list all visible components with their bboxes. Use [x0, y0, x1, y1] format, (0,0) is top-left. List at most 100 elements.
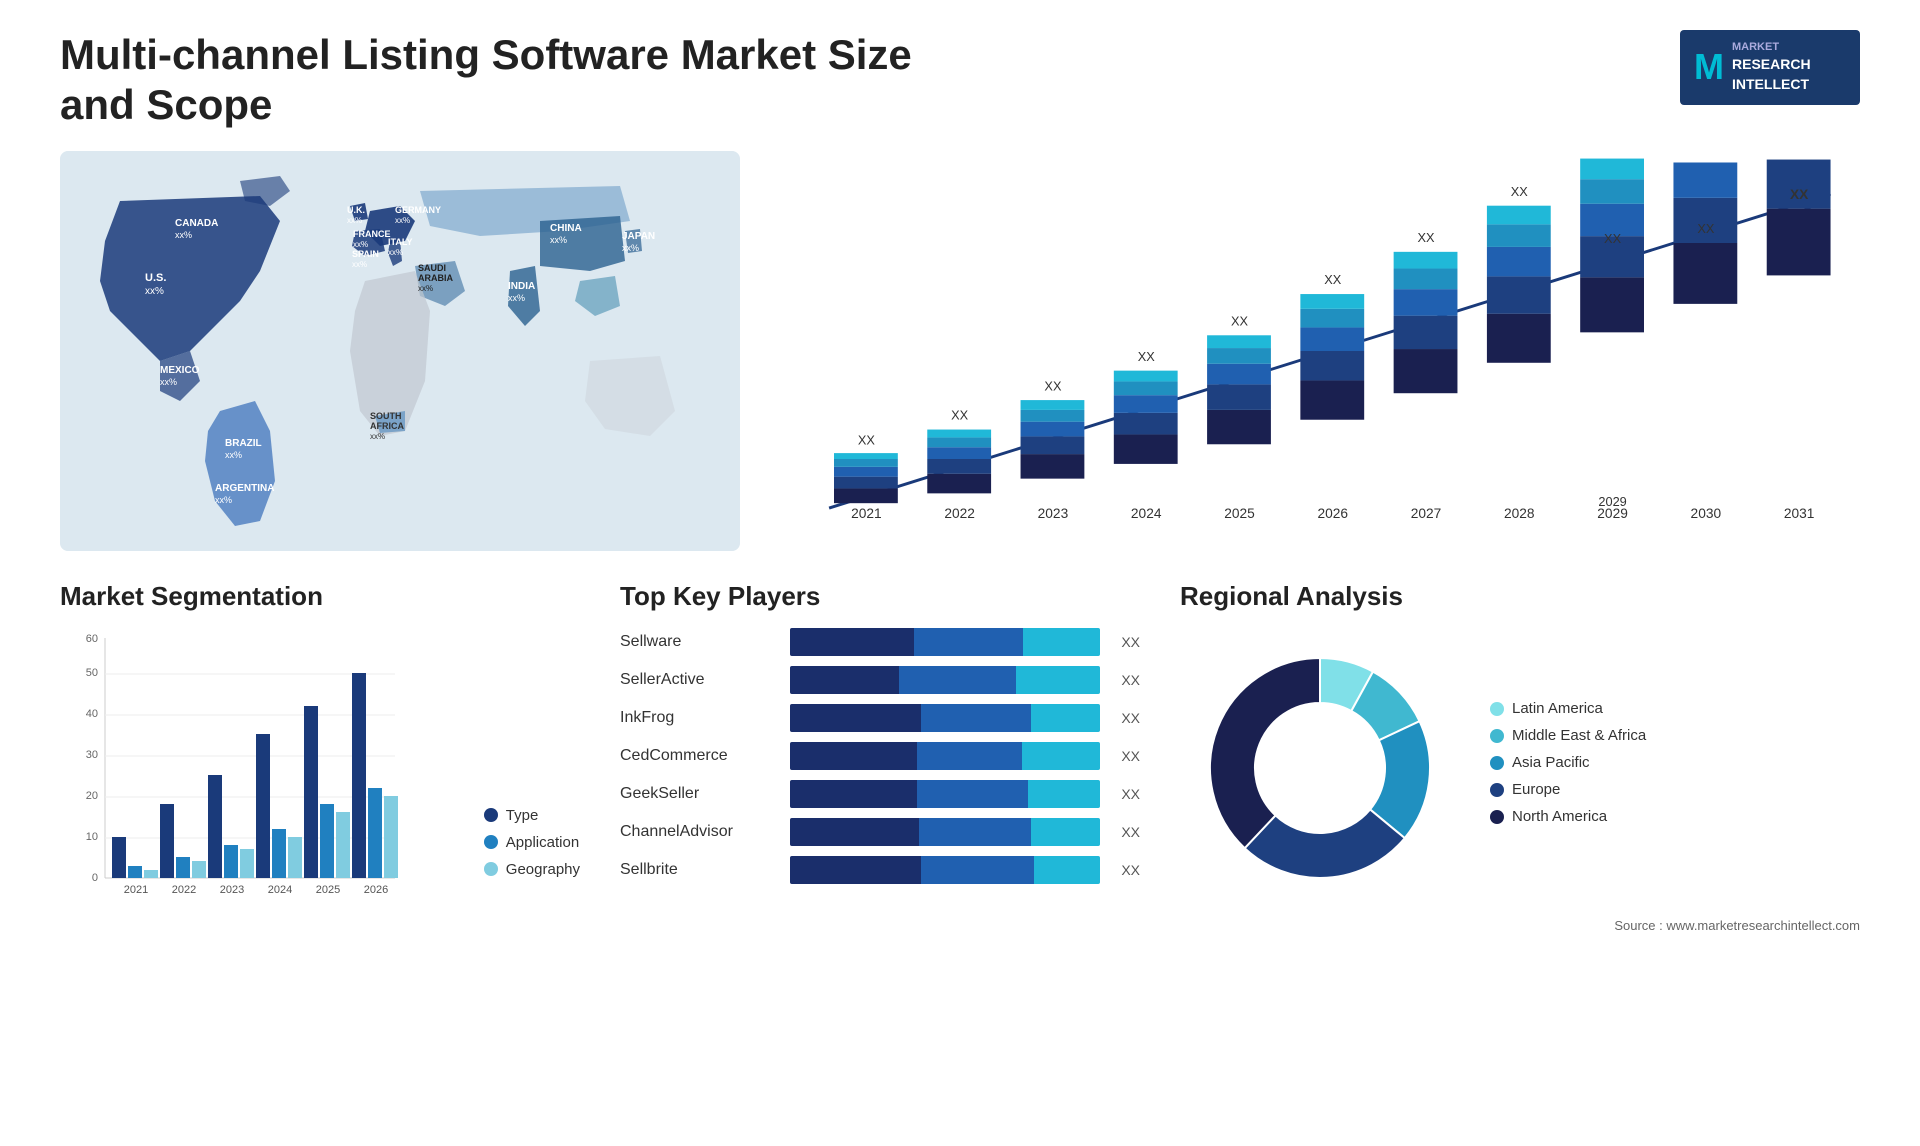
- segmentation-title: Market Segmentation: [60, 581, 580, 612]
- player-bar: [790, 628, 1100, 656]
- svg-text:50: 50: [86, 667, 98, 679]
- bar-seg-1: [790, 780, 917, 808]
- regional-legend-dot: [1490, 729, 1504, 743]
- source-text: Source : www.marketresearchintellect.com: [1180, 918, 1860, 933]
- svg-text:ARABIA: ARABIA: [418, 273, 453, 283]
- svg-text:xx%: xx%: [388, 248, 403, 257]
- regional-section: Regional Analysis Latin AmericaMiddle Ea…: [1180, 581, 1860, 933]
- bar-seg-1: [790, 818, 919, 846]
- svg-text:xx%: xx%: [215, 495, 232, 505]
- player-xx: XX: [1110, 710, 1140, 726]
- svg-text:AFRICA: AFRICA: [370, 421, 404, 431]
- player-xx: XX: [1110, 786, 1140, 802]
- regional-legend-label: Asia Pacific: [1512, 754, 1590, 771]
- svg-text:2029: 2029: [1597, 506, 1628, 521]
- svg-text:xx%: xx%: [550, 235, 567, 245]
- regional-legend-item: Asia Pacific: [1490, 754, 1646, 771]
- player-row: InkFrog XX: [620, 704, 1140, 732]
- svg-text:xx%: xx%: [352, 260, 367, 269]
- regional-legend-dot: [1490, 810, 1504, 824]
- donut-wrap: Latin AmericaMiddle East & AfricaAsia Pa…: [1180, 628, 1860, 908]
- player-name: InkFrog: [620, 709, 780, 727]
- svg-text:2023: 2023: [220, 884, 244, 896]
- svg-text:U.S.: U.S.: [145, 272, 166, 284]
- player-row: SellerActive XX: [620, 666, 1140, 694]
- svg-text:SOUTH: SOUTH: [370, 411, 402, 421]
- growth-chart: XX XX XX: [780, 151, 1860, 551]
- svg-text:xx%: xx%: [395, 216, 410, 225]
- svg-text:2030: 2030: [1691, 506, 1722, 521]
- bar-seg-2: [914, 628, 1023, 656]
- svg-text:2022: 2022: [944, 506, 975, 521]
- logo: M MARKET RESEARCH INTELLECT: [1680, 30, 1860, 105]
- player-xx: XX: [1110, 862, 1140, 878]
- svg-text:xx%: xx%: [353, 240, 368, 249]
- page: Multi-channel Listing Software Market Si…: [0, 0, 1920, 1146]
- svg-text:2021: 2021: [851, 506, 882, 521]
- svg-text:0: 0: [92, 872, 98, 884]
- svg-text:xx%: xx%: [347, 216, 362, 225]
- svg-text:XX: XX: [1511, 184, 1529, 199]
- bar-seg-2: [917, 780, 1028, 808]
- svg-text:30: 30: [86, 749, 98, 761]
- player-bar: [790, 666, 1100, 694]
- bar-seg-3: [1022, 742, 1100, 770]
- bar-seg-1: [790, 666, 899, 694]
- svg-text:XX: XX: [1324, 272, 1342, 287]
- map-section: U.S. xx% CANADA xx% MEXICO xx% BRAZIL xx…: [60, 151, 740, 551]
- player-name: SellerActive: [620, 671, 780, 689]
- svg-text:FRANCE: FRANCE: [353, 229, 391, 239]
- player-xx: XX: [1110, 672, 1140, 688]
- svg-text:XX: XX: [1231, 313, 1249, 328]
- regional-legend-item: North America: [1490, 808, 1646, 825]
- svg-text:ARGENTINA: ARGENTINA: [215, 483, 274, 494]
- svg-text:xx%: xx%: [160, 377, 177, 387]
- players-list: Sellware XX SellerActive XX InkFrog: [620, 628, 1140, 884]
- svg-text:CHINA: CHINA: [550, 223, 582, 234]
- svg-text:xx%: xx%: [508, 293, 525, 303]
- svg-text:2022: 2022: [172, 884, 196, 896]
- svg-text:MEXICO: MEXICO: [160, 365, 200, 376]
- svg-text:XX: XX: [951, 408, 969, 423]
- bar-seg-3: [1023, 628, 1101, 656]
- bar-seg-2: [919, 818, 1031, 846]
- player-xx: XX: [1110, 634, 1140, 650]
- svg-text:xx%: xx%: [418, 284, 433, 293]
- seg-chart: 0 10 20 30 40 50 60: [60, 628, 464, 928]
- svg-text:2024: 2024: [1131, 506, 1162, 521]
- svg-text:xx%: xx%: [622, 243, 639, 253]
- player-row: ChannelAdvisor XX: [620, 818, 1140, 846]
- svg-text:GERMANY: GERMANY: [395, 205, 441, 215]
- svg-text:2021: 2021: [124, 884, 148, 896]
- regional-title: Regional Analysis: [1180, 581, 1860, 612]
- bar-seg-2: [921, 704, 1031, 732]
- svg-text:JAPAN: JAPAN: [622, 231, 655, 242]
- svg-text:xx%: xx%: [175, 230, 192, 240]
- svg-text:xx%: xx%: [225, 450, 242, 460]
- svg-text:U.K.: U.K.: [347, 205, 365, 215]
- regional-legend-dot: [1490, 783, 1504, 797]
- bar-seg-3: [1016, 666, 1100, 694]
- player-name: CedCommerce: [620, 747, 780, 765]
- svg-text:XX: XX: [1044, 378, 1062, 393]
- svg-text:XX: XX: [1790, 187, 1809, 202]
- player-bar: [790, 818, 1100, 846]
- top-row: U.S. xx% CANADA xx% MEXICO xx% BRAZIL xx…: [60, 151, 1860, 551]
- svg-text:xx%: xx%: [370, 432, 385, 441]
- svg-text:INDIA: INDIA: [508, 281, 535, 292]
- svg-text:BRAZIL: BRAZIL: [225, 438, 262, 449]
- legend-label-application: Application: [506, 834, 579, 851]
- svg-text:2024: 2024: [268, 884, 292, 896]
- svg-text:SPAIN: SPAIN: [352, 249, 379, 259]
- svg-text:XX: XX: [1418, 230, 1436, 245]
- svg-text:2026: 2026: [364, 884, 388, 896]
- player-row: Sellbrite XX: [620, 856, 1140, 884]
- bar-seg-1: [790, 628, 914, 656]
- svg-text:2025: 2025: [1224, 506, 1255, 521]
- growth-chart-section: XX XX XX: [780, 151, 1860, 551]
- donut-chart: [1180, 628, 1460, 908]
- svg-text:XX: XX: [1697, 221, 1715, 236]
- regional-legend-label: Middle East & Africa: [1512, 727, 1646, 744]
- svg-text:10: 10: [86, 831, 98, 843]
- legend-label-type: Type: [506, 807, 539, 824]
